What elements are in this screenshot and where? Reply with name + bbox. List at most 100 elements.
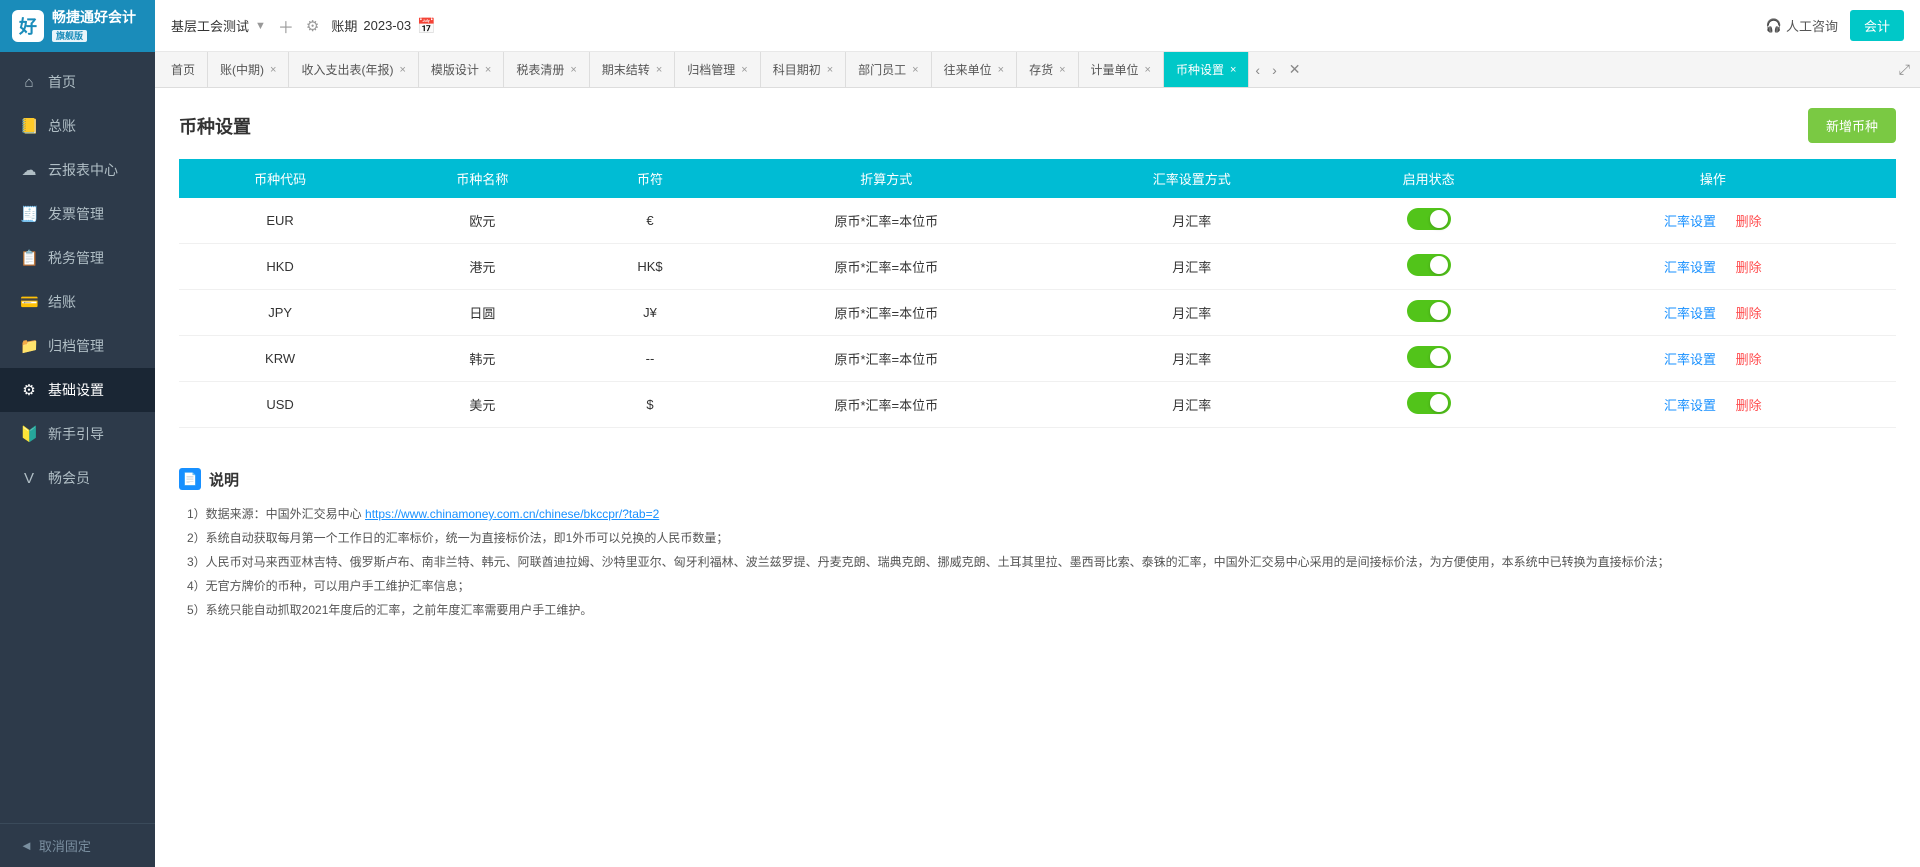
- accounting-button[interactable]: 会计: [1850, 10, 1904, 41]
- tab-close-partners[interactable]: ×: [998, 64, 1004, 76]
- toggle-track: [1407, 392, 1451, 414]
- sidebar-icon-archive: 📁: [20, 337, 38, 355]
- rate-setting-link[interactable]: 汇率设置: [1664, 352, 1716, 367]
- delete-link[interactable]: 删除: [1736, 306, 1762, 321]
- cell-enabled: [1327, 382, 1529, 428]
- rate-setting-link[interactable]: 汇率设置: [1664, 214, 1716, 229]
- sidebar-item-checkout[interactable]: 💳 结账: [0, 280, 155, 324]
- notes-link[interactable]: https://www.chinamoney.com.cn/chinese/bk…: [365, 507, 659, 521]
- tab-label-currency: 币种设置: [1176, 61, 1224, 78]
- toggle-enabled[interactable]: [1407, 300, 1451, 322]
- cell-conversion: 原币*汇率=本位币: [716, 382, 1056, 428]
- tab-close-unit[interactable]: ×: [1145, 64, 1151, 76]
- tab-archive[interactable]: 归档管理×: [675, 52, 760, 87]
- sidebar-label-member: 畅会员: [48, 468, 90, 488]
- tab-subjects[interactable]: 科目期初×: [761, 52, 846, 87]
- pin-label: 取消固定: [39, 836, 91, 855]
- tab-close-all[interactable]: ✕: [1283, 52, 1307, 87]
- cell-rate-type: 月汇率: [1056, 198, 1327, 244]
- tab-tax[interactable]: 税表清册×: [504, 52, 589, 87]
- service-link[interactable]: 🎧 人工咨询: [1766, 16, 1838, 35]
- tab-template[interactable]: 模版设计×: [419, 52, 504, 87]
- tab-inventory[interactable]: 存货×: [1017, 52, 1078, 87]
- tab-close-currency[interactable]: ×: [1230, 64, 1236, 76]
- sidebar-item-archive[interactable]: 📁 归档管理: [0, 324, 155, 368]
- tab-close-tax[interactable]: ×: [570, 64, 576, 76]
- tab-nav-prev[interactable]: ‹: [1249, 52, 1266, 87]
- sidebar-item-tax[interactable]: 📋 税务管理: [0, 236, 155, 280]
- delete-link[interactable]: 删除: [1736, 260, 1762, 275]
- table-row: HKD 港元 HK$ 原币*汇率=本位币 月汇率 汇率设置 删除: [179, 244, 1896, 290]
- tab-partners[interactable]: 往来单位×: [932, 52, 1017, 87]
- rate-setting-link[interactable]: 汇率设置: [1664, 306, 1716, 321]
- tab-currency[interactable]: 币种设置 ×: [1164, 52, 1249, 87]
- logo-name: 畅捷通好会计: [52, 9, 136, 26]
- toggle-track: [1407, 254, 1451, 276]
- tab-expand[interactable]: ⤢: [1893, 52, 1916, 87]
- delete-link[interactable]: 删除: [1736, 214, 1762, 229]
- calendar-icon[interactable]: 📅: [417, 17, 436, 35]
- sidebar: 好 畅捷通好会计 旗舰版 ⌂ 首页 📒 总账 ☁ 云报表中心 🧾 发票管理 📋 …: [0, 0, 155, 867]
- tab-close-period_end[interactable]: ×: [656, 64, 662, 76]
- sidebar-item-home[interactable]: ⌂ 首页: [0, 60, 155, 104]
- rate-setting-link[interactable]: 汇率设置: [1664, 398, 1716, 413]
- cell-conversion: 原币*汇率=本位币: [716, 244, 1056, 290]
- delete-link[interactable]: 删除: [1736, 352, 1762, 367]
- tab-dept[interactable]: 部门员工 ×: [846, 52, 931, 87]
- col-header: 启用状态: [1327, 159, 1529, 198]
- cell-rate-type: 月汇率: [1056, 382, 1327, 428]
- pin-icon: ◄: [20, 838, 33, 853]
- tab-period_end[interactable]: 期末结转×: [590, 52, 675, 87]
- table-body: EUR 欧元 € 原币*汇率=本位币 月汇率 汇率设置 删除 HKD 港元 HK…: [179, 198, 1896, 428]
- new-currency-button[interactable]: 新增币种: [1808, 108, 1896, 143]
- toggle-enabled[interactable]: [1407, 392, 1451, 414]
- sidebar-footer-pin[interactable]: ◄ 取消固定: [0, 823, 155, 867]
- toggle-enabled[interactable]: [1407, 346, 1451, 368]
- delete-link[interactable]: 删除: [1736, 398, 1762, 413]
- tab-income[interactable]: 收入支出表(年报)×: [289, 52, 418, 87]
- tab-close-archive[interactable]: ×: [741, 64, 747, 76]
- cell-name: 港元: [381, 244, 583, 290]
- tab-close-inventory[interactable]: ×: [1059, 64, 1065, 76]
- tab-period[interactable]: 账(中期)×: [208, 52, 289, 87]
- sidebar-icon-member: V: [20, 470, 38, 487]
- tab-home[interactable]: 首页: [159, 52, 208, 87]
- toggle-enabled[interactable]: [1407, 254, 1451, 276]
- sidebar-item-reports[interactable]: ☁ 云报表中心: [0, 148, 155, 192]
- col-header: 汇率设置方式: [1056, 159, 1327, 198]
- cell-actions: 汇率设置 删除: [1530, 290, 1896, 336]
- cell-symbol: HK$: [583, 244, 716, 290]
- tab-close-period[interactable]: ×: [270, 64, 276, 76]
- page-content: 币种设置 新增币种 币种代码币种名称币符折算方式汇率设置方式启用状态操作 EUR…: [155, 88, 1920, 867]
- notes-item: 1）数据来源：中国外汇交易中心 https://www.chinamoney.c…: [187, 502, 1896, 526]
- toggle-thumb: [1430, 394, 1448, 412]
- notes-item: 5）系统只能自动抓取2021年度后的汇率，之前年度汇率需要用户手工维护。: [187, 598, 1896, 622]
- tab-close-dept[interactable]: ×: [912, 64, 918, 76]
- period-selector: 账期 2023-03 📅: [331, 16, 435, 35]
- sidebar-item-invoice[interactable]: 🧾 发票管理: [0, 192, 155, 236]
- notes-list: 1）数据来源：中国外汇交易中心 https://www.chinamoney.c…: [179, 502, 1896, 622]
- tab-close-subjects[interactable]: ×: [827, 64, 833, 76]
- sidebar-label-checkout: 结账: [48, 292, 76, 312]
- tab-close-template[interactable]: ×: [485, 64, 491, 76]
- notes-item: 4）无官方牌价的币种，可以用户手工维护汇率信息；: [187, 574, 1896, 598]
- cell-rate-type: 月汇率: [1056, 336, 1327, 382]
- sidebar-item-member[interactable]: V 畅会员: [0, 456, 155, 500]
- breadcrumb-dropdown-icon[interactable]: ▼: [255, 20, 266, 32]
- sidebar-item-settings[interactable]: ⚙ 基础设置: [0, 368, 155, 412]
- tab-close-income[interactable]: ×: [399, 64, 405, 76]
- period-value: 2023-03: [363, 18, 411, 33]
- tab-bar: 首页账(中期)×收入支出表(年报)×模版设计×税表清册×期末结转×归档管理×科目…: [155, 52, 1920, 88]
- tab-nav-next[interactable]: ›: [1266, 52, 1283, 87]
- tab-label-dept: 部门员工: [858, 61, 906, 78]
- tab-unit[interactable]: 计量单位×: [1079, 52, 1164, 87]
- rate-setting-link[interactable]: 汇率设置: [1664, 260, 1716, 275]
- add-workspace-icon[interactable]: ＋: [278, 14, 294, 38]
- sidebar-icon-guide: 🔰: [20, 425, 38, 443]
- cell-conversion: 原币*汇率=本位币: [716, 198, 1056, 244]
- settings-icon[interactable]: ⚙: [306, 17, 319, 35]
- sidebar-item-guide[interactable]: 🔰 新手引导: [0, 412, 155, 456]
- sidebar-item-ledger[interactable]: 📒 总账: [0, 104, 155, 148]
- toggle-enabled[interactable]: [1407, 208, 1451, 230]
- sidebar-logo: 好 畅捷通好会计 旗舰版: [0, 0, 155, 52]
